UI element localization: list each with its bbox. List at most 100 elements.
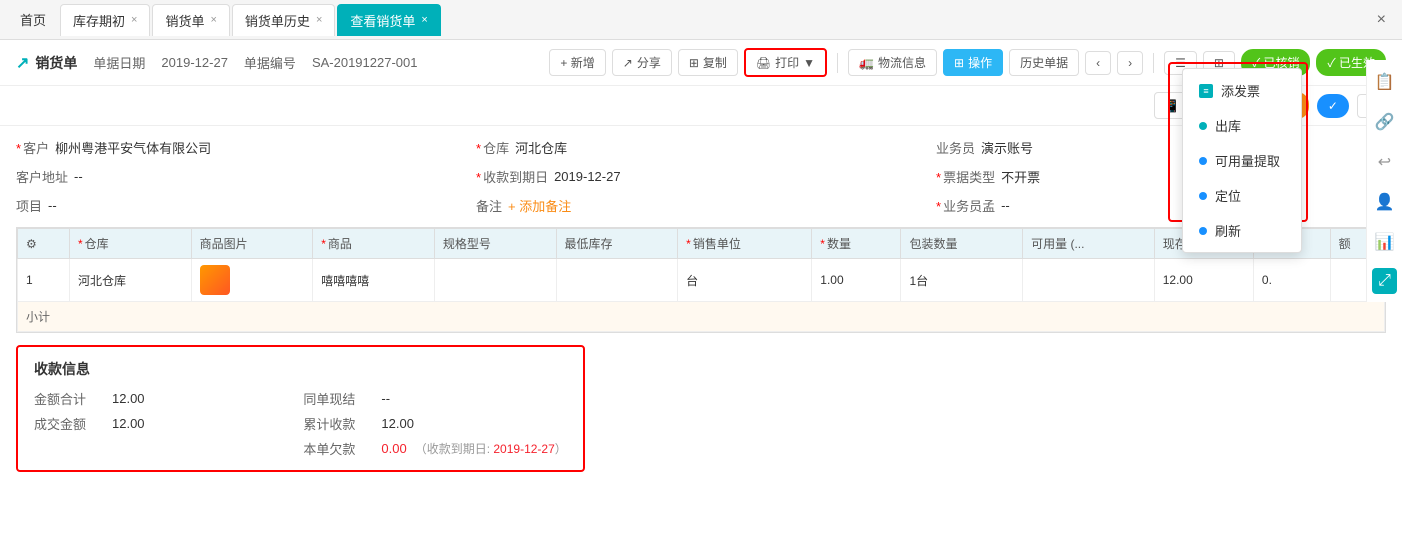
available-qty-label: 可用量提取: [1215, 151, 1280, 170]
add-invoice-item[interactable]: ≡ 添发票: [1183, 73, 1301, 108]
tab-sales-history[interactable]: 销货单历史 ×: [232, 4, 335, 36]
tab-inventory-close[interactable]: ×: [131, 14, 137, 26]
add-invoice-label: 添发票: [1221, 81, 1260, 100]
share-icon: ↗: [623, 56, 633, 70]
tab-inventory[interactable]: 库存期初 ×: [60, 4, 150, 36]
col-product-img: 商品图片: [191, 229, 313, 259]
copy-label: 复制: [703, 54, 727, 71]
project-value: --: [48, 198, 57, 213]
salesperson2-label: 业务员孟: [936, 196, 995, 215]
settlement-label: 同单现结: [303, 389, 373, 408]
col-available: 可用量 (...: [1023, 229, 1155, 259]
col-package-qty: 包装数量: [901, 229, 1023, 259]
outbound-item[interactable]: 出库: [1183, 108, 1301, 143]
col-min-stock: 最低库存: [556, 229, 678, 259]
customer-value: 柳州粤港平安气体有限公司: [55, 138, 211, 157]
salesperson-value: 演示账号: [981, 138, 1033, 157]
number-label: 单据编号: [244, 53, 296, 72]
col-warehouse: 仓库: [69, 229, 191, 259]
subtotal-row: 小计: [18, 302, 1385, 332]
sidebar-expand-icon[interactable]: ⤢: [1372, 268, 1397, 294]
locate-label: 定位: [1215, 186, 1241, 205]
tab-home[interactable]: 首页: [8, 4, 58, 36]
doc-icon: ↗: [16, 53, 29, 73]
salesperson-field: 业务员 演示账号: [936, 138, 1386, 157]
tab-sales-order[interactable]: 销货单 ×: [152, 4, 229, 36]
print-dropdown-icon: ▼: [803, 56, 815, 70]
transaction-row: 成交金额 12.00: [34, 414, 297, 433]
print-label: 打印: [775, 54, 799, 71]
cumulative-value: 12.00: [381, 416, 414, 431]
ticket-type-value: 不开票: [1001, 167, 1040, 186]
salesperson2-field: 业务员孟 --: [936, 196, 1386, 215]
address-value: --: [74, 169, 83, 184]
refresh-icon: [1199, 227, 1207, 235]
due-date-label: 收款到期日: [476, 167, 548, 186]
tab-view-sales-close[interactable]: ×: [421, 14, 427, 26]
available-qty-item[interactable]: 可用量提取: [1183, 143, 1301, 178]
row-package-qty: 1台: [901, 259, 1023, 302]
row-quantity: 1.00: [812, 259, 901, 302]
locate-icon: [1199, 192, 1207, 200]
next-record-button[interactable]: ›: [1117, 51, 1143, 75]
sidebar-doc-icon[interactable]: 📋: [1371, 68, 1399, 96]
add-note-button[interactable]: + 添加备注: [508, 196, 571, 215]
refresh-item[interactable]: 刷新: [1183, 213, 1301, 248]
history-button[interactable]: 历史单据: [1009, 49, 1079, 76]
project-label: 项目: [16, 196, 42, 215]
row-stock: 12.00: [1154, 259, 1253, 302]
sidebar-link-icon[interactable]: 🔗: [1371, 108, 1399, 136]
new-button[interactable]: + 新增: [549, 49, 605, 76]
share-button[interactable]: ↗ 分享: [612, 49, 672, 76]
prev-record-button[interactable]: ‹: [1085, 51, 1111, 75]
tab-home-label: 首页: [20, 10, 46, 29]
outbound-label: 出库: [1215, 116, 1241, 135]
tab-view-sales[interactable]: 查看销货单 ×: [337, 4, 440, 36]
arrears-label: 本单欠款: [303, 439, 373, 458]
row-warehouse: 河北仓库: [69, 259, 191, 302]
bottom-section: 收款信息 金额合计 12.00 成交金额 12.00: [0, 333, 1402, 484]
tab-sales-history-label: 销货单历史: [245, 11, 310, 30]
operations-dropdown: ≡ 添发票 出库 可用量提取 定位 刷新: [1182, 68, 1302, 253]
col-sales-unit: 销售单位: [678, 229, 812, 259]
tab-sales-order-close[interactable]: ×: [210, 14, 216, 26]
address-label: 客户地址: [16, 167, 68, 186]
warehouse-value: 河北仓库: [515, 138, 567, 157]
doc-meta: 单据日期 2019-12-27 单据编号 SA-20191227-001: [93, 53, 417, 72]
tab-bar: 首页 库存期初 × 销货单 × 销货单历史 × 查看销货单 × ×: [0, 0, 1402, 40]
outbound-icon: [1199, 122, 1207, 130]
confirm-button[interactable]: ✓: [1317, 94, 1349, 118]
table-container: ⚙ 仓库 商品图片 商品 规格型号 最低库存 销售单位 数量 包装数量 可用量 …: [16, 227, 1386, 333]
col-product: 商品: [313, 229, 435, 259]
copy-button[interactable]: ⊞ 复制: [678, 49, 738, 76]
sales-table: ⚙ 仓库 商品图片 商品 规格型号 最低库存 销售单位 数量 包装数量 可用量 …: [17, 228, 1385, 332]
operations-button[interactable]: ⊞ 操作: [943, 49, 1003, 76]
operations-label: 操作: [968, 54, 992, 71]
logistics-button[interactable]: 🚛 物流信息: [848, 49, 937, 76]
doc-title: ↗ 销货单: [16, 53, 77, 73]
payment-grid: 金额合计 12.00 成交金额 12.00 同单现结 --: [34, 389, 567, 458]
sidebar-chart-icon[interactable]: 📊: [1371, 228, 1399, 256]
sidebar-user-icon[interactable]: 👤: [1371, 188, 1399, 216]
tab-view-sales-label: 查看销货单: [350, 11, 415, 30]
date-value: 2019-12-27: [161, 55, 228, 70]
payment-right: 同单现结 -- 累计收款 12.00 本单欠款 0.00 （收款到期日: 201…: [303, 389, 566, 458]
subtotal-label: 小计: [18, 302, 1385, 332]
col-settings[interactable]: ⚙: [18, 229, 70, 259]
sidebar-refresh-icon[interactable]: ↩: [1374, 148, 1395, 176]
print-button[interactable]: 🖨 打印 ▼: [744, 48, 827, 77]
window-close-button[interactable]: ×: [1369, 11, 1394, 29]
total-label: 金额合计: [34, 389, 104, 408]
confirm-icon: ✓: [1328, 99, 1338, 113]
settings-icon[interactable]: ⚙: [26, 237, 37, 251]
tab-inventory-label: 库存期初: [73, 11, 125, 30]
row-min-stock: [556, 259, 678, 302]
operations-icon: ⊞: [954, 56, 964, 70]
due-date-field: 收款到期日 2019-12-27: [476, 167, 926, 186]
tab-sales-history-close[interactable]: ×: [316, 14, 322, 26]
refresh-label: 刷新: [1215, 221, 1241, 240]
settlement-value: --: [381, 391, 390, 406]
copy-icon: ⊞: [689, 56, 699, 70]
locate-item[interactable]: 定位: [1183, 178, 1301, 213]
print-icon: 🖨: [756, 56, 771, 70]
